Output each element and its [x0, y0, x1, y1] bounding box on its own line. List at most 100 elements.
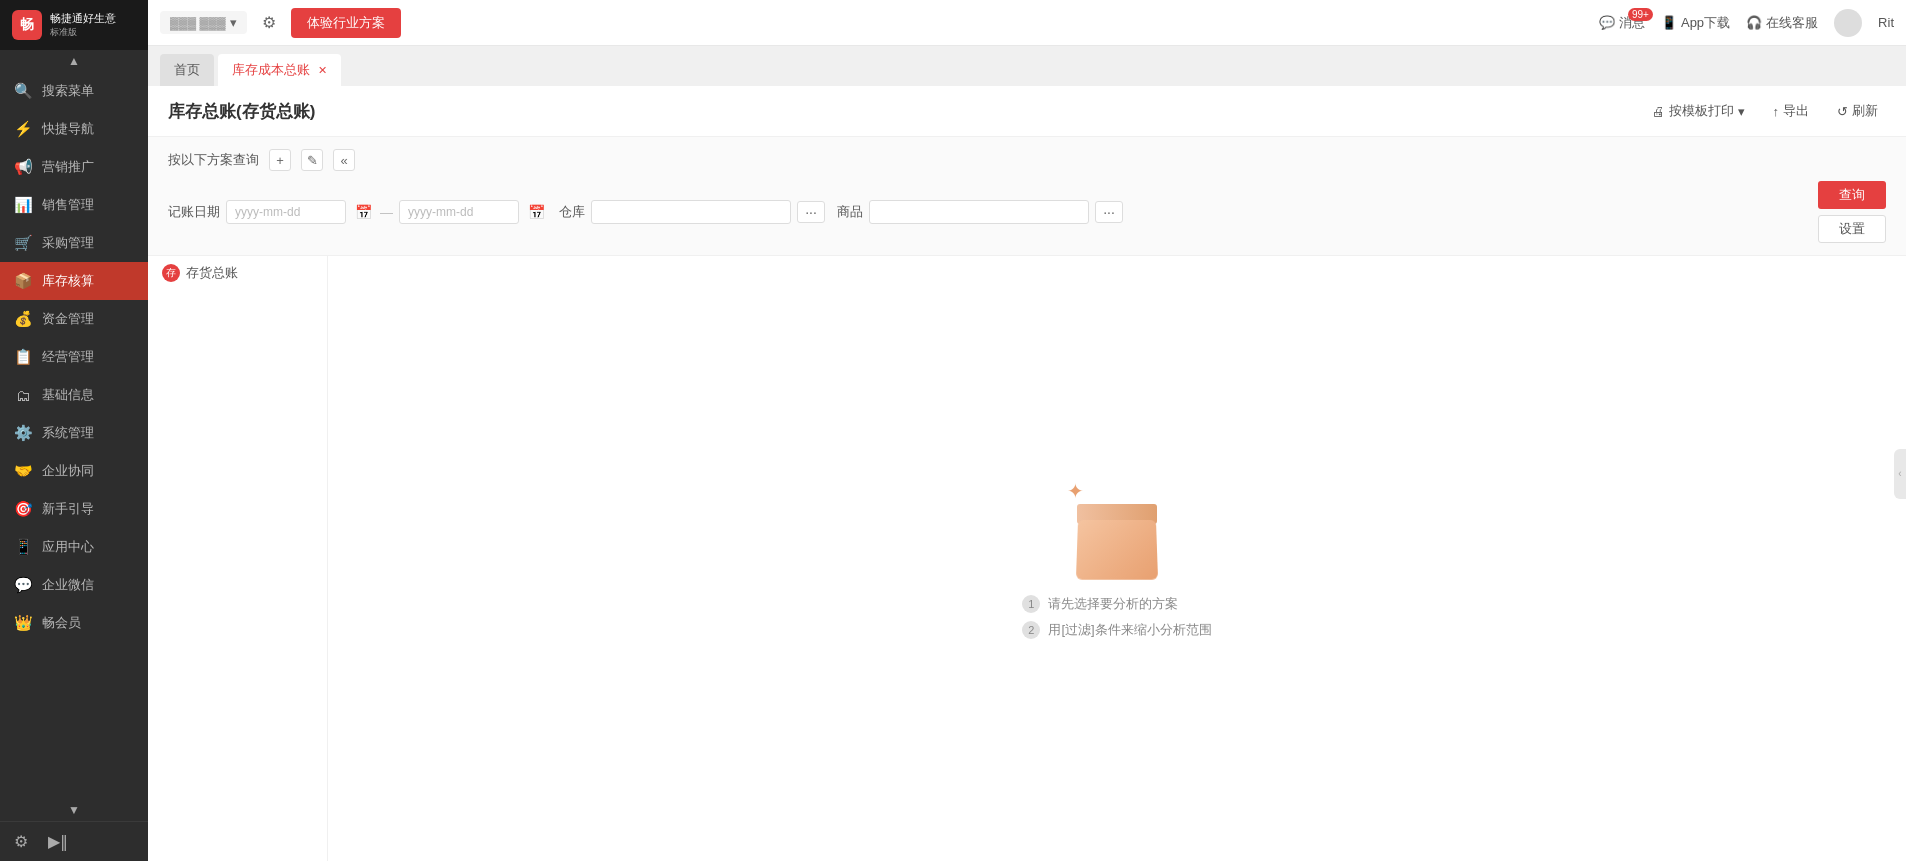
sidebar-bottom: ⚙ ▶‖ — [0, 821, 148, 861]
filter-settings-button[interactable]: 设置 — [1818, 215, 1886, 243]
refresh-button[interactable]: ↺ 刷新 — [1829, 98, 1886, 124]
top-bar-left: ▓▓▓ ▓▓▓ ▾ ⚙ 体验行业方案 — [160, 8, 1591, 38]
empty-hints: 1 请先选择要分析的方案 2 用[过滤]条件来缩小分析范围 — [1022, 595, 1211, 639]
print-expand-icon: ▾ — [1738, 104, 1745, 119]
dropdown-icon: ▾ — [230, 15, 237, 30]
headset-icon: 🎧 — [1746, 15, 1762, 30]
goods-more-btn[interactable]: ··· — [1095, 201, 1123, 223]
sidebar-icon-marketing: 📢 — [14, 158, 32, 176]
sidebar-item-enterprise[interactable]: 🤝企业协同 — [0, 452, 148, 490]
sidebar-item-search[interactable]: 🔍搜索菜单 — [0, 72, 148, 110]
date-start-input[interactable] — [226, 200, 346, 224]
sound-icon[interactable]: ▶‖ — [48, 832, 68, 851]
sidebar-icon-enterprise: 🤝 — [14, 462, 32, 480]
sidebar-item-appcenter[interactable]: 📱 应用中心 — [0, 528, 148, 566]
hint-text-2: 用[过滤]条件来缩小分析范围 — [1048, 621, 1211, 639]
sidebar-item-wechat[interactable]: 💬 企业微信 — [0, 566, 148, 604]
phone-icon: 📱 — [1661, 15, 1677, 30]
sidebar-label-marketing: 营销推广 — [42, 158, 94, 176]
empty-illustration: ✦ — [1057, 479, 1177, 579]
company-selector[interactable]: ▓▓▓ ▓▓▓ ▾ — [160, 11, 247, 34]
settings-bottom-icon[interactable]: ⚙ — [14, 832, 28, 851]
sidebar-item-member[interactable]: 👑畅会员 — [0, 604, 148, 642]
sidebar-scroll-down[interactable]: ▼ — [0, 799, 148, 821]
print-button[interactable]: 🖨 按模板打印 ▾ — [1644, 98, 1753, 124]
export-label: 导出 — [1783, 102, 1809, 120]
warehouse-input[interactable] — [591, 200, 791, 224]
cal-start-icon[interactable]: 📅 — [352, 201, 374, 223]
warehouse-more-btn[interactable]: ··· — [797, 201, 825, 223]
online-service-item[interactable]: 🎧 在线客服 — [1746, 14, 1818, 32]
sidebar-item-newguide[interactable]: 🎯新手引导 — [0, 490, 148, 528]
sidebar-item-funds[interactable]: 💰 资金管理 — [0, 300, 148, 338]
tab-close-icon[interactable]: ✕ — [318, 64, 327, 77]
filter-add-btn[interactable]: + — [269, 149, 291, 171]
user-name: Rit — [1878, 15, 1894, 30]
sidebar-icon-system: ⚙️ — [14, 424, 32, 442]
cal-end-icon[interactable]: 📅 — [525, 201, 547, 223]
sidebar-scroll-up[interactable]: ▲ — [0, 50, 148, 72]
sidebar-icon-sales: 📊 — [14, 196, 32, 214]
goods-filter-group: 商品 ··· — [837, 200, 1123, 224]
sidebar-icon-operation: 📋 — [14, 348, 32, 366]
hint-num-2: 2 — [1022, 621, 1040, 639]
right-collapse-handle[interactable]: ‹ — [1894, 449, 1906, 499]
sidebar-item-shortcut[interactable]: ⚡ 快捷导航 — [0, 110, 148, 148]
sidebar-icon-shortcut: ⚡ — [14, 120, 32, 138]
sidebar-item-inventory[interactable]: 📦库存核算 — [0, 262, 148, 300]
filter-buttons: 查询 设置 — [1818, 181, 1886, 243]
sidebar-label-newguide: 新手引导 — [42, 500, 94, 518]
top-bar-right: 💬 消息 99+ 📱 App下载 🎧 在线客服 Rit — [1599, 9, 1894, 37]
sidebar-item-basic[interactable]: 🗂基础信息 — [0, 376, 148, 414]
filter-edit-btn[interactable]: ✎ — [301, 149, 323, 171]
sidebar-label-shortcut: 快捷导航 — [42, 120, 94, 138]
date-end-input[interactable] — [399, 200, 519, 224]
topbar-settings-icon[interactable]: ⚙ — [255, 9, 283, 37]
tab-home-label: 首页 — [174, 61, 200, 79]
sidebar-icon-funds: 💰 — [14, 310, 32, 328]
export-button[interactable]: ↑ 导出 — [1765, 98, 1818, 124]
empty-state: ✦ 1 请先选择要分析的方案 2 用[过滤]条件来缩小分析范围 — [328, 256, 1906, 861]
goods-input[interactable] — [869, 200, 1089, 224]
sidebar-item-system[interactable]: ⚙️系统管理 — [0, 414, 148, 452]
sidebar-item-sales[interactable]: 📊销售管理 — [0, 186, 148, 224]
message-badge: 99+ — [1628, 8, 1653, 21]
sidebar-item-purchase[interactable]: 🛒采购管理 — [0, 224, 148, 262]
tab-home[interactable]: 首页 — [160, 54, 214, 86]
trial-industry-button[interactable]: 体验行业方案 — [291, 8, 401, 38]
sidebar-label-appcenter: 应用中心 — [42, 538, 94, 556]
sidebar-icon-wechat: 💬 — [14, 576, 32, 594]
filter-area: 按以下方案查询 + ✎ « 记账日期 📅 — 📅 仓库 ··· — [148, 137, 1906, 256]
sidebar-icon-member: 👑 — [14, 614, 32, 632]
tab-inventory-cost[interactable]: 库存成本总账 ✕ — [218, 54, 341, 86]
app-download-item[interactable]: 📱 App下载 — [1661, 14, 1730, 32]
logo-name: 畅捷通好生意 — [50, 11, 116, 26]
sidebar: 畅 畅捷通好生意 标准版 ▲ 🔍搜索菜单 ⚡ 快捷导航 📢 营销推广 📊销售管理🛒采购管理… — [0, 0, 148, 861]
content-area: 存 存货总账 ✦ 1 请先选择要分析的方案 2 — [148, 256, 1906, 861]
message-item[interactable]: 💬 消息 99+ — [1599, 14, 1645, 32]
hint-text-1: 请先选择要分析的方案 — [1048, 595, 1178, 613]
refresh-icon: ↺ — [1837, 104, 1848, 119]
sidebar-nav: 🔍搜索菜单 ⚡ 快捷导航 📢 营销推广 📊销售管理🛒采购管理📦库存核算 💰 资金管理 📋经营管理… — [0, 72, 148, 799]
hint-num-1: 1 — [1022, 595, 1040, 613]
user-avatar[interactable] — [1834, 9, 1862, 37]
message-icon: 💬 — [1599, 15, 1615, 30]
date-filter-group: 记账日期 📅 — 📅 — [168, 200, 547, 224]
goods-label: 商品 — [837, 203, 863, 221]
print-label: 按模板打印 — [1669, 102, 1734, 120]
page-actions: 🖨 按模板打印 ▾ ↑ 导出 ↺ 刷新 — [1644, 98, 1887, 124]
app-logo: 畅 畅捷通好生意 标准版 — [0, 0, 148, 50]
sidebar-icon-appcenter: 📱 — [14, 538, 32, 556]
hint-item-1: 1 请先选择要分析的方案 — [1022, 595, 1211, 613]
warehouse-filter-group: 仓库 ··· — [559, 200, 825, 224]
sidebar-item-operation[interactable]: 📋经营管理 — [0, 338, 148, 376]
sidebar-label-purchase: 采购管理 — [42, 234, 94, 252]
sidebar-label-funds: 资金管理 — [42, 310, 94, 328]
sidebar-icon-inventory: 📦 — [14, 272, 32, 290]
scheme-item-inventory[interactable]: 存 存货总账 — [148, 256, 327, 290]
sidebar-label-wechat: 企业微信 — [42, 576, 94, 594]
filter-collapse-btn[interactable]: « — [333, 149, 355, 171]
query-button[interactable]: 查询 — [1818, 181, 1886, 209]
date-separator: — — [380, 205, 393, 220]
sidebar-item-marketing[interactable]: 📢 营销推广 — [0, 148, 148, 186]
